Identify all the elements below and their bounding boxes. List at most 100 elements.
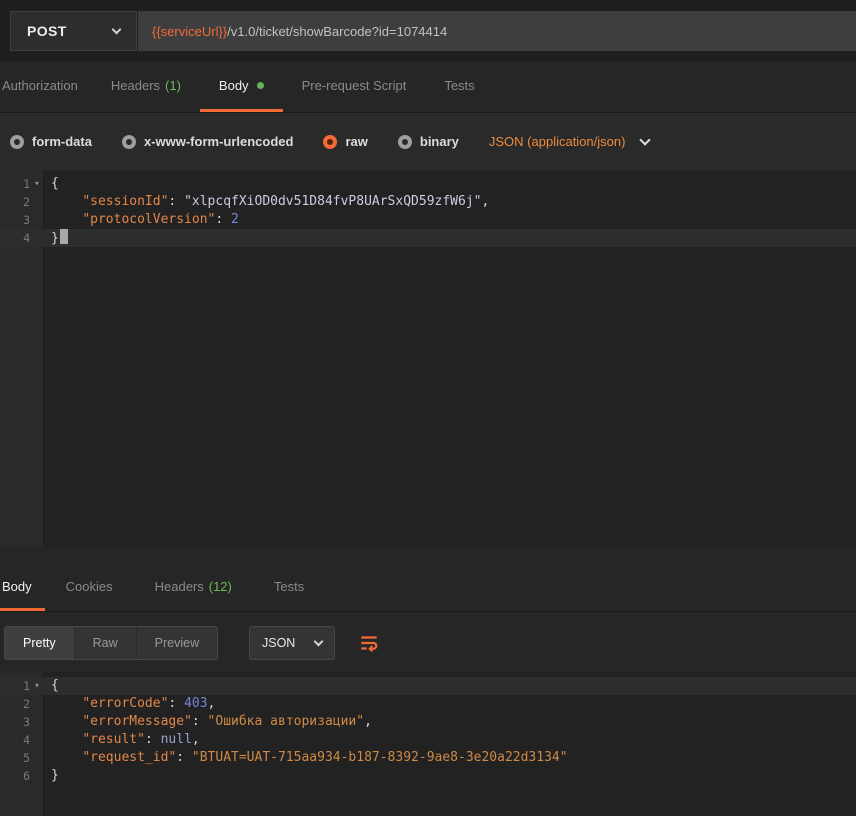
radio-selected-icon (323, 134, 338, 149)
code-text: } (44, 229, 856, 247)
token-brace: } (51, 768, 59, 783)
fold-toggle-icon[interactable]: ▾ (30, 677, 44, 695)
fold-toggle-icon[interactable]: ▾ (30, 175, 44, 193)
line-number: 4 (23, 733, 30, 747)
line-number: 1 (23, 177, 30, 191)
tab-response-tests[interactable]: Tests (253, 565, 325, 611)
response-tabs: Body Cookies Headers (12) Tests (0, 546, 856, 612)
token-separator: : (215, 212, 232, 227)
line-number: 4 (23, 231, 30, 245)
code-text: { (44, 175, 856, 193)
chevron-down-icon (111, 24, 122, 34)
code-line: 1 ▾ { (0, 175, 856, 193)
tab-label: Headers (110, 78, 161, 93)
body-mode-binary[interactable]: binary (397, 134, 459, 149)
text-cursor (59, 229, 68, 244)
content-type-select[interactable]: JSON (application/json) (488, 133, 652, 149)
code-line: 3 "errorMessage": "Ошибка авторизации", (0, 713, 856, 731)
token-number: 403 (184, 696, 208, 711)
gutter-cell: 6 (0, 767, 44, 785)
tab-label: Body (218, 78, 249, 93)
tab-label: Tests (273, 579, 305, 594)
response-format-select[interactable]: JSON (249, 626, 335, 660)
code-lines: 1 ▾ { 2 "errorCode": 403, 3 "errorMessag… (0, 672, 856, 785)
green-dot-icon (256, 82, 264, 89)
code-text: "errorMessage": "Ошибка авторизации", (44, 713, 856, 731)
button-label: Pretty (23, 636, 56, 650)
code-line: 3 "protocolVersion": 2 (0, 211, 856, 229)
code-line: 4 "result": null, (0, 731, 856, 749)
body-mode-x-www-form-urlencoded[interactable]: x-www-form-urlencoded (121, 134, 294, 149)
view-raw-button[interactable]: Raw (75, 627, 137, 659)
body-mode-row: form-data x-www-form-urlencoded raw bina… (0, 113, 856, 170)
radio-unselected-icon (397, 134, 412, 149)
token-key: "errorMessage" (82, 714, 192, 729)
api-client-window: POST {{serviceUrl}}/v1.0/ticket/showBarc… (0, 0, 856, 816)
tab-response-headers[interactable]: Headers (12) (134, 565, 253, 611)
code-lines: 1 ▾ { 2 "sessionId": "xlpcqfXiOD0dv51D84… (0, 170, 856, 247)
tab-headers[interactable]: Headers (1) (92, 62, 200, 112)
code-text: "sessionId": "xlpcqfXiOD0dv51D84fvP8UArS… (44, 193, 856, 211)
radio-unselected-icon (10, 134, 24, 149)
gutter-cell: 2 (0, 695, 44, 713)
body-mode-form-data[interactable]: form-data (10, 134, 92, 149)
token-string: "BTUAT=UAT-715aa934-b187-8392-9ae8-3e20a… (191, 750, 568, 765)
radio-unselected-icon (121, 134, 136, 149)
code-line-current: 1 ▾ { (0, 677, 856, 695)
body-mode-raw[interactable]: raw (323, 134, 368, 149)
tab-label: Pre-request Script (301, 78, 407, 93)
tab-response-body[interactable]: Body (0, 565, 45, 611)
wrap-lines-button[interactable] (352, 626, 386, 660)
token-null: null (160, 732, 192, 747)
tab-label: Authorization (2, 78, 78, 93)
code-line: 5 "request_id": "BTUAT=UAT-715aa934-b187… (0, 749, 856, 767)
code-text: { (44, 677, 856, 695)
method-dropdown[interactable]: POST (10, 11, 137, 51)
mode-label: raw (345, 134, 368, 149)
tab-tests[interactable]: Tests (425, 62, 493, 112)
code-line: 2 "errorCode": 403, (0, 695, 856, 713)
token-separator: : (168, 194, 185, 209)
token-key: "protocolVersion" (82, 212, 216, 227)
tab-pre-request-script[interactable]: Pre-request Script (283, 62, 426, 112)
token-string: "xlpcqfXiOD0dv51D84fvP8UArSxQD59zfW6j" (184, 194, 482, 209)
button-label: Raw (92, 636, 118, 650)
mode-label: x-www-form-urlencoded (143, 134, 294, 149)
gutter-cell: 4 (0, 229, 44, 247)
tab-authorization[interactable]: Authorization (0, 62, 92, 112)
response-toolbar: Pretty Raw Preview JSON (0, 613, 856, 672)
gutter-cell: 5 (0, 749, 44, 767)
line-number: 6 (23, 769, 30, 783)
content-type-label: JSON (application/json) (488, 134, 626, 149)
token-comma: , (481, 194, 490, 209)
line-number: 3 (23, 213, 30, 227)
tab-count: (12) (208, 579, 232, 594)
code-line: 6 } (0, 767, 856, 785)
token-brace: { (51, 678, 59, 693)
chevron-down-icon (313, 636, 324, 646)
code-text: "errorCode": 403, (44, 695, 856, 713)
token-number: 2 (231, 212, 239, 227)
tab-label: Cookies (65, 579, 113, 594)
url-input[interactable]: {{serviceUrl}}/v1.0/ticket/showBarcode?i… (138, 11, 856, 51)
request-body-editor[interactable]: 1 ▾ { 2 "sessionId": "xlpcqfXiOD0dv51D84… (0, 170, 856, 546)
tab-cookies[interactable]: Cookies (45, 565, 134, 611)
format-label: JSON (262, 636, 296, 650)
response-body-viewer: 1 ▾ { 2 "errorCode": 403, 3 "errorMessag… (0, 672, 856, 816)
line-number: 2 (23, 697, 30, 711)
view-pretty-button[interactable]: Pretty (5, 627, 75, 659)
gutter-cell: 4 (0, 731, 44, 749)
view-preview-button[interactable]: Preview (137, 627, 217, 659)
wrap-lines-icon (361, 636, 378, 653)
token-separator: : (168, 696, 185, 711)
tab-label: Headers (154, 579, 204, 594)
button-label: Preview (154, 636, 200, 650)
code-line-current: 4 } (0, 229, 856, 247)
tab-label: Tests (444, 78, 475, 93)
line-number: 2 (23, 195, 30, 209)
tab-body[interactable]: Body (199, 62, 283, 112)
gutter-cell: 3 (0, 713, 44, 731)
